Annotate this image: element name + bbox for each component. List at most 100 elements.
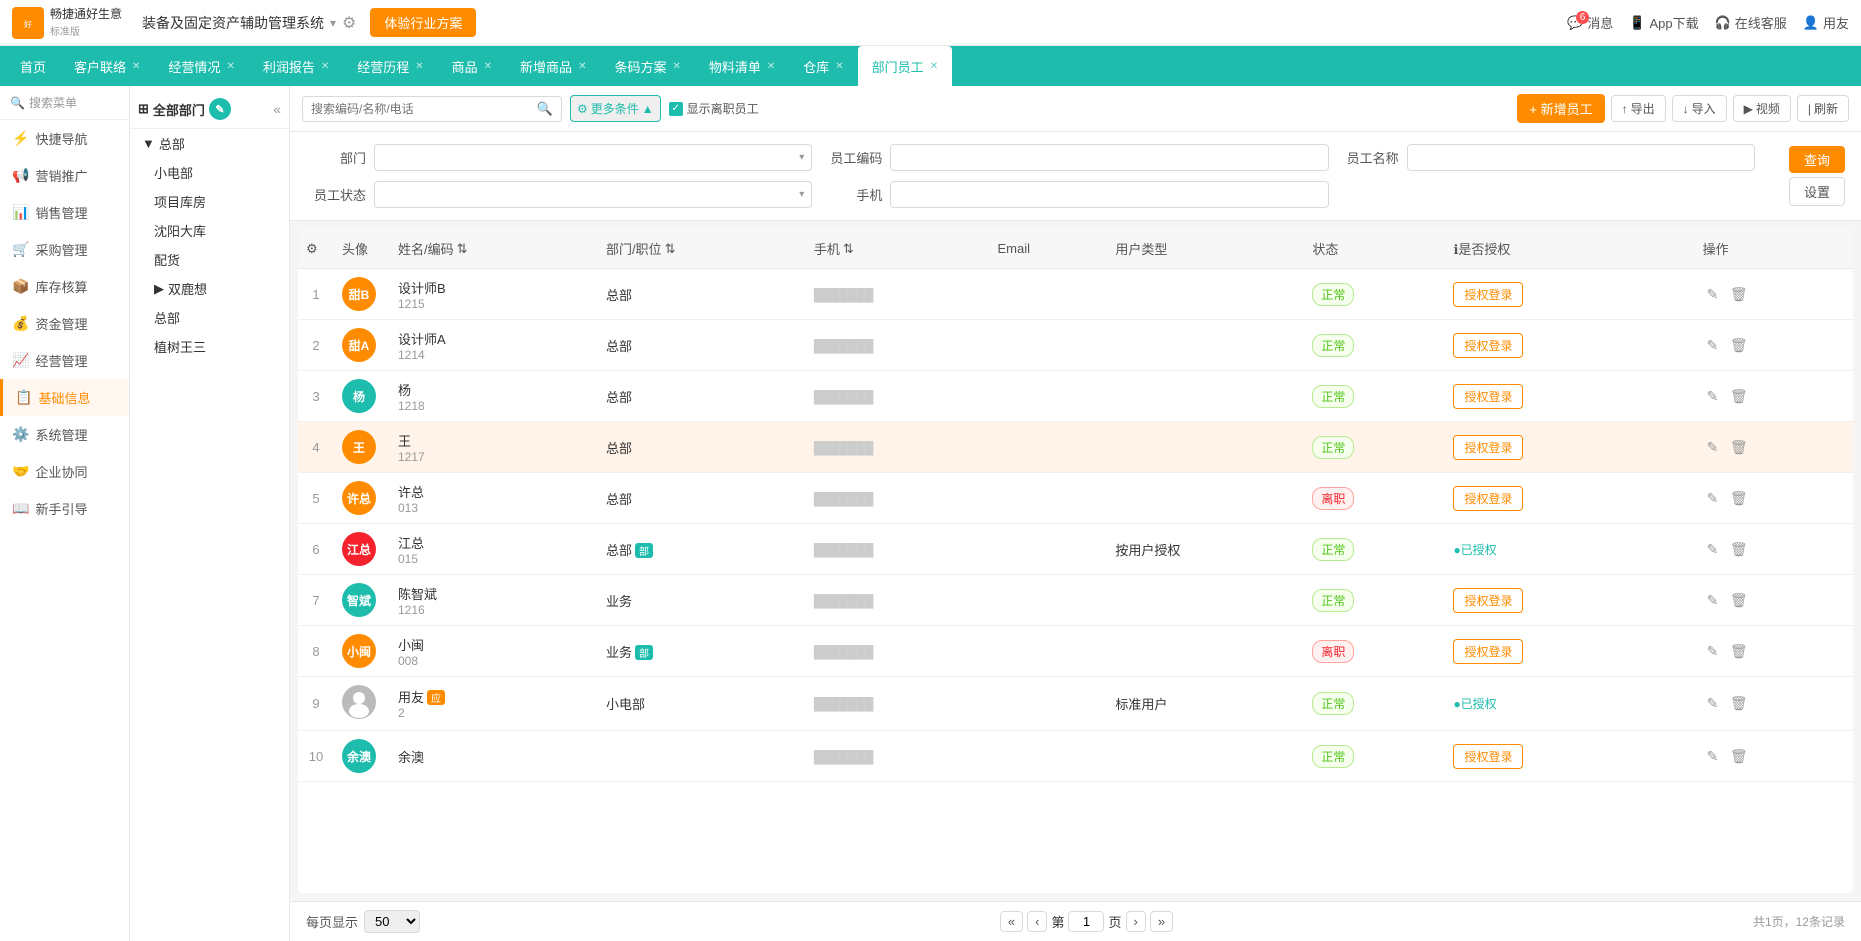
video-btn[interactable]: ▶ 视频 — [1733, 95, 1791, 122]
dept-node-ph[interactable]: 配货 — [130, 245, 289, 274]
sidebar-search-btn[interactable]: 🔍 搜索菜单 — [0, 86, 129, 120]
last-page-btn[interactable]: » — [1150, 911, 1173, 932]
tab-new-goods[interactable]: 新增商品✕ — [506, 46, 600, 86]
dept-node-xmkf[interactable]: 项目库房 — [130, 187, 289, 216]
edit-btn[interactable]: ✎ — [1703, 539, 1723, 560]
collapse-btn[interactable]: « — [273, 101, 281, 117]
tab-goods-close[interactable]: ✕ — [484, 61, 492, 72]
tab-goods[interactable]: 商品✕ — [438, 46, 506, 86]
delete-btn[interactable]: 🗑 — [1726, 641, 1752, 662]
auth-btn[interactable]: 授权登录 — [1453, 588, 1523, 613]
dept-node-sydl[interactable]: 沈阳大库 — [130, 216, 289, 245]
delete-btn[interactable]: 🗑 — [1726, 284, 1752, 305]
system-title-arrow[interactable]: ▾ — [330, 16, 336, 30]
refresh-btn[interactable]: | 刷新 — [1797, 95, 1849, 122]
sidebar-item-finance[interactable]: 💰 资金管理 — [0, 305, 129, 342]
first-page-btn[interactable]: « — [1000, 911, 1023, 932]
sidebar-item-ops[interactable]: 📈 经营管理 — [0, 342, 129, 379]
page-size-select[interactable]: 50 20 100 — [364, 910, 420, 933]
dept-node-zongbu[interactable]: 总部 — [130, 303, 289, 332]
delete-btn[interactable]: 🗑 — [1726, 488, 1752, 509]
prev-page-btn[interactable]: ‹ — [1027, 911, 1047, 932]
show-resigned-cb[interactable]: ✓ 显示离职员工 — [669, 100, 759, 117]
sidebar-item-collab[interactable]: 🤝 企业协同 — [0, 453, 129, 490]
delete-btn[interactable]: 🗑 — [1726, 386, 1752, 407]
trial-btn[interactable]: 体验行业方案 — [370, 8, 476, 37]
tab-employees-close[interactable]: ✕ — [930, 61, 938, 72]
edit-btn[interactable]: ✎ — [1703, 335, 1723, 356]
next-page-btn[interactable]: › — [1126, 911, 1146, 932]
online-service-btn[interactable]: 🎧 在线客服 — [1715, 13, 1787, 32]
tab-new-goods-close[interactable]: ✕ — [578, 61, 586, 72]
tab-history-close[interactable]: ✕ — [415, 61, 423, 72]
delete-btn[interactable]: 🗑 — [1726, 539, 1752, 560]
auth-btn[interactable]: 授权登录 — [1453, 282, 1523, 307]
tab-warehouse[interactable]: 仓库✕ — [789, 46, 857, 86]
app-download-btn[interactable]: 📱 App下载 — [1629, 13, 1698, 32]
tab-barcode-close[interactable]: ✕ — [672, 61, 680, 72]
delete-btn[interactable]: 🗑 — [1726, 590, 1752, 611]
auth-btn[interactable]: 授权登录 — [1453, 435, 1523, 460]
auth-btn[interactable]: 授权登录 — [1453, 744, 1523, 769]
tab-operation-close[interactable]: ✕ — [226, 61, 234, 72]
settings-icon[interactable]: ⚙ — [342, 13, 356, 33]
more-filter-btn[interactable]: ⚙ 更多条件 ▲ — [570, 95, 661, 122]
export-btn[interactable]: ↑ 导出 — [1611, 95, 1666, 122]
query-btn[interactable]: 查询 — [1789, 146, 1845, 173]
edit-btn[interactable]: ✎ — [1703, 386, 1723, 407]
delete-btn[interactable]: 🗑 — [1726, 437, 1752, 458]
dept-node-slx[interactable]: ▶ 双鹿想 — [130, 274, 289, 303]
auth-btn[interactable]: 授权登录 — [1453, 384, 1523, 409]
message-btn[interactable]: 💬 6 消息 — [1567, 13, 1613, 32]
edit-btn[interactable]: ✎ — [1703, 437, 1723, 458]
tab-customer-close[interactable]: ✕ — [132, 61, 140, 72]
dept-sortable[interactable]: 部门/职位 ⇅ — [606, 239, 676, 258]
edit-btn[interactable]: ✎ — [1703, 746, 1723, 767]
tab-home[interactable]: 首页 — [6, 46, 60, 86]
reset-btn[interactable]: 设置 — [1789, 177, 1845, 206]
tab-profit-close[interactable]: ✕ — [321, 61, 329, 72]
tab-employees[interactable]: 部门员工✕ — [858, 46, 952, 86]
tab-operation[interactable]: 经营情况✕ — [154, 46, 248, 86]
tab-bom[interactable]: 物料清单✕ — [695, 46, 789, 86]
dept-select[interactable] — [374, 144, 812, 171]
tab-bom-close[interactable]: ✕ — [767, 61, 775, 72]
add-employee-btn[interactable]: + 新增员工 — [1517, 94, 1604, 123]
emp-code-input[interactable] — [890, 144, 1328, 171]
tab-warehouse-close[interactable]: ✕ — [835, 61, 843, 72]
delete-btn[interactable]: 🗑 — [1726, 693, 1752, 714]
tab-barcode[interactable]: 条码方案✕ — [600, 46, 694, 86]
user-btn[interactable]: 👤 用友 — [1803, 13, 1849, 32]
settings-col-icon[interactable]: ⚙ — [306, 241, 318, 256]
search-input[interactable] — [311, 102, 533, 116]
delete-btn[interactable]: 🗑 — [1726, 746, 1752, 767]
sidebar-item-inventory[interactable]: 📦 库存核算 — [0, 268, 129, 305]
tab-profit[interactable]: 利润报告✕ — [249, 46, 343, 86]
sidebar-item-guide[interactable]: 📖 新手引导 — [0, 490, 129, 527]
emp-name-input[interactable] — [1407, 144, 1755, 171]
tab-customer[interactable]: 客户联络✕ — [60, 46, 154, 86]
sidebar-item-basic[interactable]: 📋 基础信息 — [0, 379, 129, 416]
edit-btn[interactable]: ✎ — [1703, 693, 1723, 714]
auth-btn[interactable]: 授权登录 — [1453, 333, 1523, 358]
dept-node-xdb[interactable]: 小电部 — [130, 158, 289, 187]
sidebar-item-system[interactable]: ⚙️ 系统管理 — [0, 416, 129, 453]
sidebar-item-sales[interactable]: 📊 销售管理 — [0, 194, 129, 231]
page-input[interactable] — [1068, 911, 1104, 932]
sidebar-item-quick-nav[interactable]: ⚡ 快捷导航 — [0, 120, 129, 157]
edit-btn[interactable]: ✎ — [1703, 641, 1723, 662]
sidebar-item-marketing[interactable]: 📢 营销推广 — [0, 157, 129, 194]
dept-node-csw3[interactable]: 植树王三 — [130, 332, 289, 361]
edit-btn[interactable]: ✎ — [1703, 590, 1723, 611]
tab-history[interactable]: 经营历程✕ — [343, 46, 437, 86]
edit-btn[interactable]: ✎ — [1703, 284, 1723, 305]
sidebar-item-purchase[interactable]: 🛒 采购管理 — [0, 231, 129, 268]
phone-sortable[interactable]: 手机 ⇅ — [814, 239, 854, 258]
phone-input[interactable] — [890, 181, 1328, 208]
auth-btn[interactable]: 授权登录 — [1453, 639, 1523, 664]
auth-btn[interactable]: 授权登录 — [1453, 486, 1523, 511]
dept-edit-btn[interactable]: ✎ — [209, 98, 231, 120]
edit-btn[interactable]: ✎ — [1703, 488, 1723, 509]
delete-btn[interactable]: 🗑 — [1726, 335, 1752, 356]
status-select[interactable] — [374, 181, 812, 208]
